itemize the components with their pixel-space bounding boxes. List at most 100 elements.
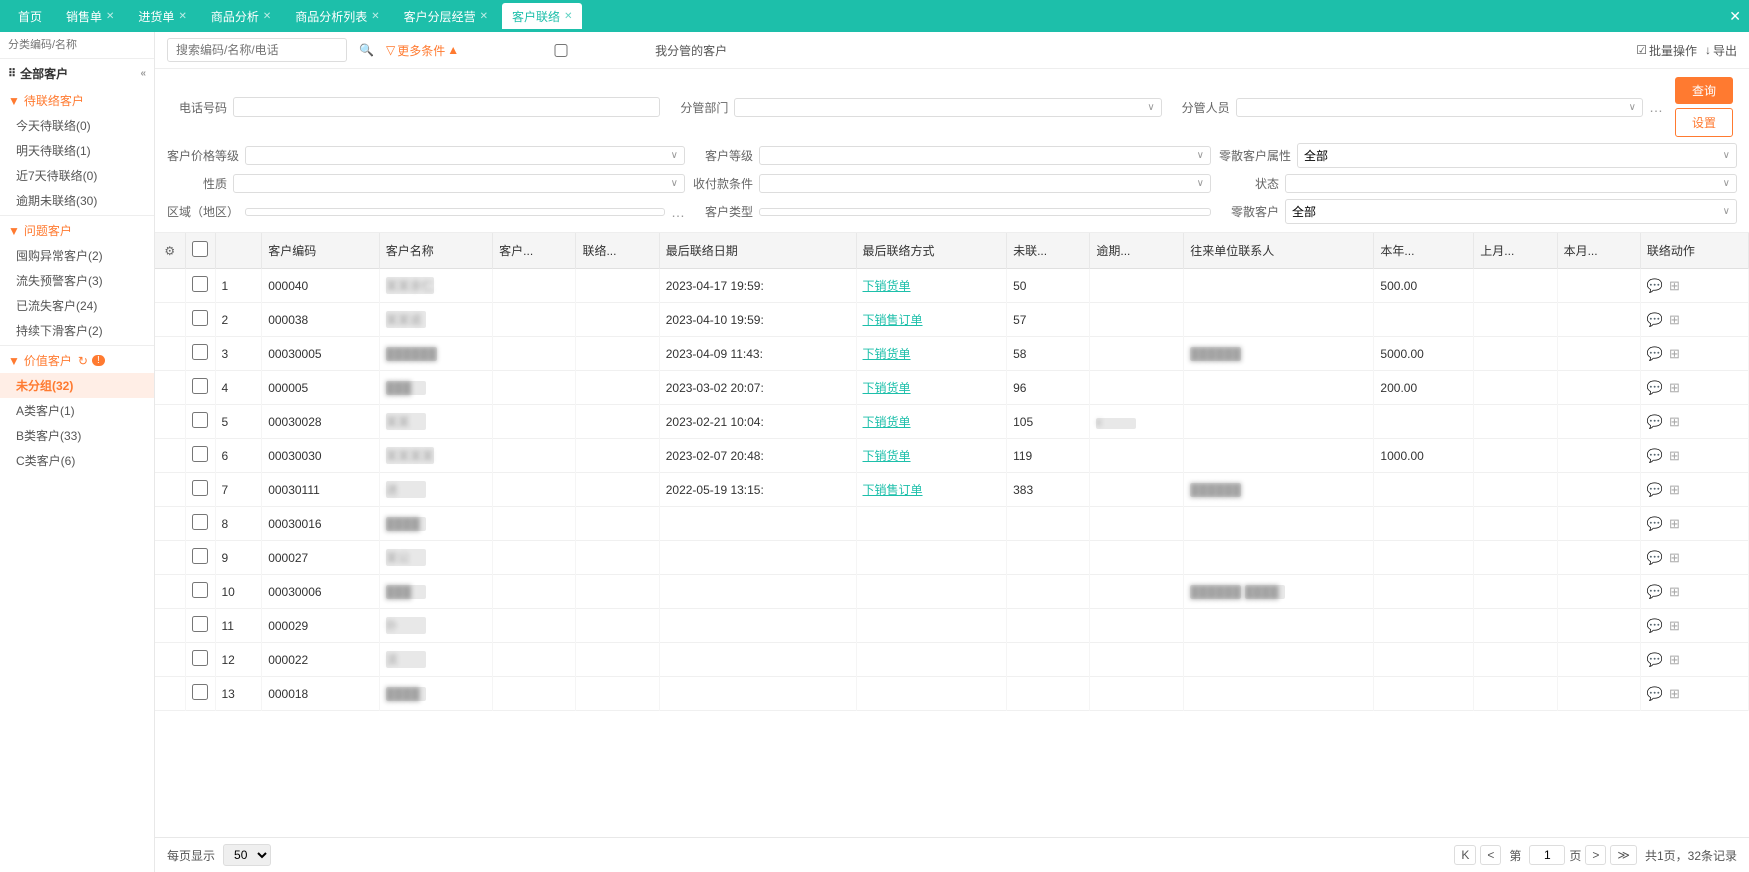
row-select-checkbox[interactable] xyxy=(192,548,208,564)
query-button[interactable]: 查询 xyxy=(1675,77,1733,104)
retail-customer-select[interactable]: 全部 ∨ xyxy=(1285,199,1737,224)
page-number-input[interactable] xyxy=(1529,845,1565,865)
contact-method-link[interactable]: 下销货单 xyxy=(863,279,911,293)
row-checkbox[interactable] xyxy=(185,507,215,541)
my-customers-checkbox[interactable]: 我分管的客户 xyxy=(471,42,727,59)
collapse-icon[interactable]: « xyxy=(140,68,146,79)
phone-input[interactable] xyxy=(233,97,660,117)
row-checkbox[interactable] xyxy=(185,405,215,439)
sidebar-item-churned[interactable]: 已流失客户(24) xyxy=(0,293,154,318)
payment-select[interactable]: ∨ xyxy=(759,174,1211,193)
tab-sales-order[interactable]: 销售单 ✕ xyxy=(56,3,124,29)
person-more-button[interactable]: … xyxy=(1649,99,1663,115)
batch-operation-button[interactable]: ☑ 批量操作 xyxy=(1636,42,1697,59)
contact-method-link[interactable]: 下销货单 xyxy=(863,449,911,463)
retail-attr-select[interactable]: 全部 ∨ xyxy=(1297,143,1737,168)
row-checkbox[interactable] xyxy=(185,473,215,507)
tab-product-analysis-close[interactable]: ✕ xyxy=(263,11,271,22)
row-select-checkbox[interactable] xyxy=(192,276,208,292)
contact-method-link[interactable]: 下销售订单 xyxy=(863,313,923,327)
sidebar-item-a-class[interactable]: A类客户(1) xyxy=(0,398,154,423)
last-page-button[interactable]: ≫ xyxy=(1610,845,1637,865)
grid-action-icon[interactable]: ⊞ xyxy=(1669,686,1680,702)
tab-customer-contact[interactable]: 客户联络 ✕ xyxy=(502,3,582,29)
contact-method-link[interactable]: 下销货单 xyxy=(863,415,911,429)
chat-icon[interactable]: 💬 xyxy=(1647,516,1663,532)
grid-action-icon[interactable]: ⊞ xyxy=(1669,618,1680,634)
grid-action-icon[interactable]: ⊞ xyxy=(1669,652,1680,668)
page-size-select[interactable]: 50 xyxy=(223,844,271,866)
tab-sales-order-close[interactable]: ✕ xyxy=(106,11,114,22)
export-button[interactable]: ↓ 导出 xyxy=(1705,42,1737,59)
department-select[interactable]: ∨ xyxy=(734,98,1161,117)
tab-customer-tier-close[interactable]: ✕ xyxy=(480,11,488,22)
row-last-contact-method[interactable] xyxy=(856,507,1007,541)
next-page-button[interactable]: > xyxy=(1585,845,1606,865)
contact-method-link[interactable]: 下销货单 xyxy=(863,381,911,395)
row-select-checkbox[interactable] xyxy=(192,446,208,462)
th-this-month[interactable]: 本月... xyxy=(1557,233,1640,269)
chat-icon[interactable]: 💬 xyxy=(1647,652,1663,668)
customer-type-select[interactable] xyxy=(759,208,1211,216)
sidebar-item-declining[interactable]: 持续下滑客户(2) xyxy=(0,318,154,343)
value-group[interactable]: ▼ 价值客户 ↻ ! xyxy=(0,348,154,373)
th-name[interactable]: 客户名称 xyxy=(379,233,492,269)
chat-icon[interactable]: 💬 xyxy=(1647,482,1663,498)
row-last-contact-method[interactable]: 下销货单 xyxy=(856,405,1007,439)
contact-method-link[interactable]: 下销货单 xyxy=(863,347,911,361)
row-checkbox[interactable] xyxy=(185,643,215,677)
row-last-contact-method[interactable] xyxy=(856,609,1007,643)
all-customers-section[interactable]: ⠿ 全部客户 « xyxy=(0,59,154,88)
row-last-contact-method[interactable]: 下销货单 xyxy=(856,371,1007,405)
tab-product-analysis-list-close[interactable]: ✕ xyxy=(371,11,379,22)
tab-home[interactable]: 首页 xyxy=(8,3,52,29)
row-checkbox[interactable] xyxy=(185,269,215,303)
row-last-contact-method[interactable]: 下销货单 xyxy=(856,439,1007,473)
status-select[interactable]: ∨ xyxy=(1285,174,1737,193)
chat-icon[interactable]: 💬 xyxy=(1647,618,1663,634)
problem-group[interactable]: ▼ 问题客户 xyxy=(0,218,154,243)
tab-product-analysis[interactable]: 商品分析 ✕ xyxy=(201,3,281,29)
chat-icon[interactable]: 💬 xyxy=(1647,278,1663,294)
grid-action-icon[interactable]: ⊞ xyxy=(1669,380,1680,396)
row-select-checkbox[interactable] xyxy=(192,514,208,530)
grid-action-icon[interactable]: ⊞ xyxy=(1669,346,1680,362)
customer-level-select[interactable]: ∨ xyxy=(759,146,1211,165)
prev-page-button[interactable]: < xyxy=(1480,845,1501,865)
row-last-contact-method[interactable]: 下销售订单 xyxy=(856,473,1007,507)
th-type[interactable]: 客户... xyxy=(493,233,576,269)
tab-customer-contact-close[interactable]: ✕ xyxy=(564,11,572,22)
tab-purchase-order[interactable]: 进货单 ✕ xyxy=(128,3,196,29)
th-checkbox[interactable] xyxy=(185,233,215,269)
grid-action-icon[interactable]: ⊞ xyxy=(1669,516,1680,532)
row-select-checkbox[interactable] xyxy=(192,378,208,394)
row-checkbox[interactable] xyxy=(185,337,215,371)
row-checkbox[interactable] xyxy=(185,541,215,575)
sidebar-item-7day-pending[interactable]: 近7天待联络(0) xyxy=(0,163,154,188)
sidebar-search-input[interactable] xyxy=(8,39,150,51)
grid-action-icon[interactable]: ⊞ xyxy=(1669,482,1680,498)
nature-select[interactable]: ∨ xyxy=(233,174,685,193)
row-last-contact-method[interactable] xyxy=(856,541,1007,575)
th-code[interactable]: 客户编码 xyxy=(262,233,380,269)
chat-icon[interactable]: 💬 xyxy=(1647,448,1663,464)
search-input[interactable] xyxy=(167,38,347,62)
sidebar-item-today-pending[interactable]: 今天待联络(0) xyxy=(0,113,154,138)
sidebar-item-overdue-pending[interactable]: 逾期未联络(30) xyxy=(0,188,154,213)
th-overdue[interactable]: 逾期... xyxy=(1090,233,1184,269)
sidebar-item-churn-warning[interactable]: 流失预警客户(3) xyxy=(0,268,154,293)
search-icon[interactable]: 🔍 xyxy=(359,43,374,57)
my-customers-check[interactable] xyxy=(471,44,651,57)
window-close-icon[interactable]: ✕ xyxy=(1729,8,1741,25)
th-this-year[interactable]: 本年... xyxy=(1374,233,1474,269)
th-last-month[interactable]: 上月... xyxy=(1474,233,1557,269)
row-checkbox[interactable] xyxy=(185,575,215,609)
row-select-checkbox[interactable] xyxy=(192,480,208,496)
sidebar-item-stockpile-abnormal[interactable]: 囤购异常客户(2) xyxy=(0,243,154,268)
row-select-checkbox[interactable] xyxy=(192,412,208,428)
grid-action-icon[interactable]: ⊞ xyxy=(1669,448,1680,464)
more-conditions-button[interactable]: ▽ 更多条件 ▲ xyxy=(386,42,459,59)
row-checkbox[interactable] xyxy=(185,677,215,711)
row-last-contact-method[interactable] xyxy=(856,677,1007,711)
grid-action-icon[interactable]: ⊞ xyxy=(1669,312,1680,328)
